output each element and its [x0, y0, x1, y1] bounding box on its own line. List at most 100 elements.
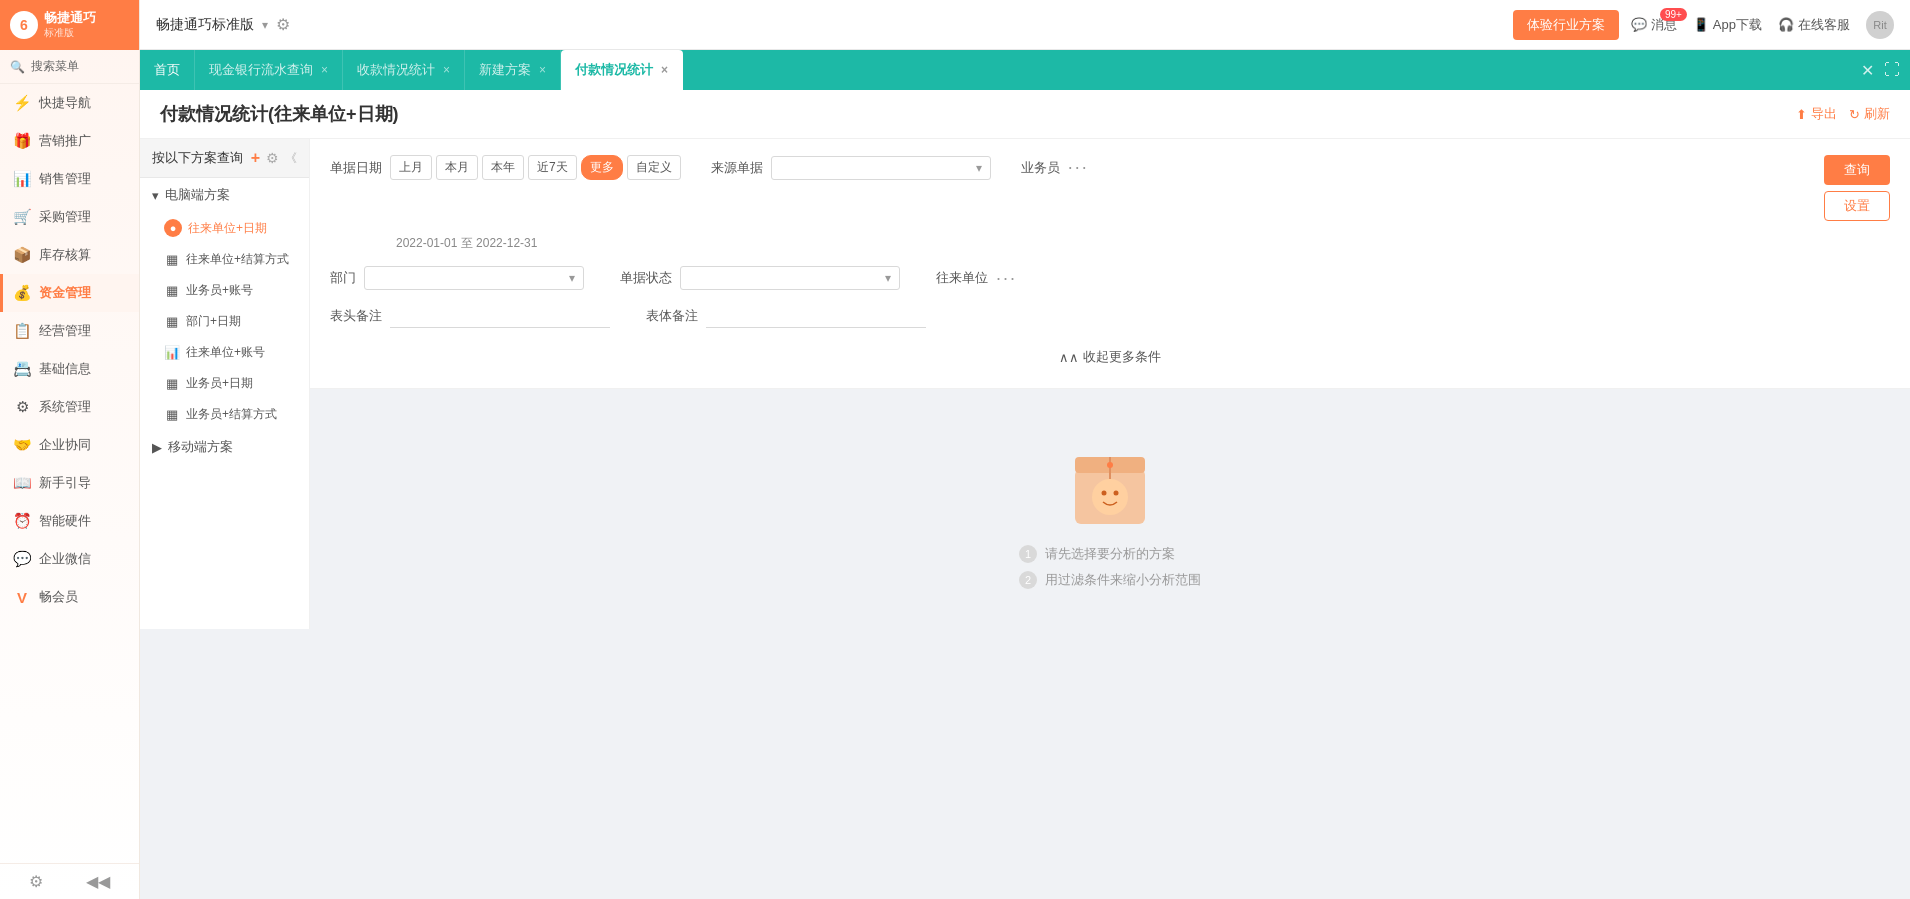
left-panel-group-mobile: ▶ 移动端方案	[140, 430, 309, 464]
sidebar-item-basic-info[interactable]: 📇 基础信息	[0, 350, 139, 388]
source-select[interactable]: ▾	[771, 156, 991, 180]
sidebar-item-tutorial[interactable]: 📖 新手引导	[0, 464, 139, 502]
header-note-input[interactable]	[390, 304, 610, 328]
sidebar-item-quick-nav[interactable]: ⚡ 快捷导航	[0, 84, 139, 122]
settings-btn[interactable]: 设置	[1824, 191, 1890, 221]
tabbar: 首页 现金银行流水查询 × 收款情况统计 × 新建方案 × 付款情况统计 × ✕…	[140, 50, 1910, 90]
topbar-gear-icon[interactable]: ⚙	[276, 15, 290, 34]
query-btn[interactable]: 查询	[1824, 155, 1890, 185]
receipt-status-select[interactable]: ▾	[680, 266, 900, 290]
app-download-btn[interactable]: 📱 App下载	[1693, 16, 1762, 34]
left-panel-item-unit-date[interactable]: ● 往来单位+日期	[140, 212, 309, 244]
unit-settle-icon: ▦	[164, 252, 180, 268]
tab-payment-stats-close[interactable]: ×	[661, 63, 668, 77]
empty-illustration	[1050, 429, 1170, 529]
receipt-status-arrow: ▾	[885, 271, 891, 285]
left-panel-settings-btn[interactable]: ⚙	[266, 150, 279, 166]
system-icon: ⚙	[13, 398, 31, 416]
sidebar-settings-btn[interactable]: ⚙	[29, 872, 43, 891]
left-panel-group-pc-title[interactable]: ▾ 电脑端方案	[140, 178, 309, 212]
sidebar-item-marketing[interactable]: 🎁 营销推广	[0, 122, 139, 160]
collapse-btn[interactable]: ∧∧ 收起更多条件	[1039, 342, 1181, 372]
app-icon: 📱	[1693, 17, 1709, 32]
left-panel-add-btn[interactable]: +	[251, 149, 260, 167]
sidebar-item-vip[interactable]: V 畅会员	[0, 578, 139, 616]
left-panel-item-unit-account[interactable]: 📊 往来单位+账号	[140, 337, 309, 368]
date-btn-7days[interactable]: 近7天	[528, 155, 577, 180]
smart-hw-icon: ⏰	[13, 512, 31, 530]
tab-new-plan[interactable]: 新建方案 ×	[465, 50, 561, 90]
user-avatar[interactable]: Rit	[1866, 11, 1894, 39]
tab-new-plan-close[interactable]: ×	[539, 63, 546, 77]
sidebar-item-enterprise[interactable]: 🤝 企业协同	[0, 426, 139, 464]
svg-point-7	[1107, 462, 1113, 468]
export-icon: ⬆	[1796, 107, 1807, 122]
sidebar-collapse-btn[interactable]: ◀◀	[86, 872, 110, 891]
trial-btn[interactable]: 体验行业方案	[1513, 10, 1619, 40]
collapse-icon: ∧∧	[1059, 350, 1079, 365]
tab-bank-flow-close[interactable]: ×	[321, 63, 328, 77]
dept-select[interactable]: ▾	[364, 266, 584, 290]
single-date-label: 单据日期	[330, 159, 382, 177]
purchase-icon: 🛒	[13, 208, 31, 226]
sidebar-item-system[interactable]: ⚙ 系统管理	[0, 388, 139, 426]
online-service-btn[interactable]: 🎧 在线客服	[1778, 16, 1850, 34]
marketing-icon: 🎁	[13, 132, 31, 150]
topbar: 畅捷通巧标准版 ▾ ⚙ 体验行业方案 💬 消息 99+ 📱 App下载 🎧 在线…	[140, 0, 1910, 50]
message-icon: 💬	[1631, 17, 1647, 32]
staff-date-icon: ▦	[164, 376, 180, 392]
tab-expand-icon[interactable]: ⛶	[1884, 61, 1900, 79]
logo-text: 畅捷通巧 标准版	[44, 10, 96, 40]
vip-icon: V	[13, 588, 31, 606]
sidebar-item-sales[interactable]: 📊 销售管理	[0, 160, 139, 198]
tab-receipt-stats-close[interactable]: ×	[443, 63, 450, 77]
topbar-dropdown-arrow[interactable]: ▾	[262, 18, 268, 32]
staff-select-dots[interactable]: ···	[1068, 157, 1089, 178]
sidebar-item-funds[interactable]: 💰 资金管理	[0, 274, 139, 312]
tab-home[interactable]: 首页	[140, 50, 195, 90]
tab-bank-flow[interactable]: 现金银行流水查询 ×	[195, 50, 343, 90]
tab-payment-stats[interactable]: 付款情况统计 ×	[561, 50, 683, 90]
dept-label: 部门	[330, 269, 356, 287]
body-note-input[interactable]	[706, 304, 926, 328]
sidebar-item-wechat[interactable]: 💬 企业微信	[0, 540, 139, 578]
left-panel-item-staff-date[interactable]: ▦ 业务员+日期	[140, 368, 309, 399]
sidebar-footer: ⚙ ◀◀	[0, 863, 139, 899]
page-header-actions: ⬆ 导出 ↻ 刷新	[1796, 105, 1890, 123]
wechat-icon: 💬	[13, 550, 31, 568]
sidebar-item-operations[interactable]: 📋 经营管理	[0, 312, 139, 350]
unit-account-icon: 📊	[164, 345, 180, 361]
svg-point-3	[1092, 479, 1128, 515]
left-panel-item-staff-settle[interactable]: ▦ 业务员+结算方式	[140, 399, 309, 430]
date-btn-this-year[interactable]: 本年	[482, 155, 524, 180]
date-btn-this-month[interactable]: 本月	[436, 155, 478, 180]
unit-date-icon: ●	[164, 219, 182, 237]
left-panel-item-unit-settle[interactable]: ▦ 往来单位+结算方式	[140, 244, 309, 275]
sidebar-item-purchase[interactable]: 🛒 采购管理	[0, 198, 139, 236]
sidebar-search[interactable]: 🔍 搜索菜单	[0, 50, 139, 84]
left-panel-group-mobile-title[interactable]: ▶ 移动端方案	[140, 430, 309, 464]
topbar-title: 畅捷通巧标准版	[156, 16, 254, 34]
date-btn-more[interactable]: 更多	[581, 155, 623, 180]
sidebar-item-smart-hw[interactable]: ⏰ 智能硬件	[0, 502, 139, 540]
sidebar-item-inventory[interactable]: 📦 库存核算	[0, 236, 139, 274]
refresh-btn[interactable]: ↻ 刷新	[1849, 105, 1890, 123]
header-note-label: 表头备注	[330, 307, 382, 325]
empty-text: 1 请先选择要分析的方案 2 用过滤条件来缩小分析范围	[1019, 545, 1201, 589]
messages-btn[interactable]: 💬 消息 99+	[1631, 16, 1677, 34]
partner-select-dots[interactable]: ···	[996, 268, 1017, 289]
tab-close-all-icon[interactable]: ✕	[1861, 61, 1874, 80]
tab-receipt-stats[interactable]: 收款情况统计 ×	[343, 50, 465, 90]
date-range-display: 2022-01-01 至 2022-12-31	[396, 236, 537, 250]
left-panel-collapse-btn[interactable]: 《	[285, 150, 297, 167]
date-btn-last-month[interactable]: 上月	[390, 155, 432, 180]
sidebar: 6 畅捷通巧 标准版 🔍 搜索菜单 ⚡ 快捷导航 🎁 营销推广 📊 销售管理 🛒…	[0, 0, 140, 899]
left-panel: 按以下方案查询 + ⚙ 《 ▾ 电脑端方案 ● 往来单位+日期	[140, 139, 310, 629]
source-select-arrow: ▾	[976, 161, 982, 175]
left-panel-item-dept-date[interactable]: ▦ 部门+日期	[140, 306, 309, 337]
export-btn[interactable]: ⬆ 导出	[1796, 105, 1837, 123]
staff-account-icon: ▦	[164, 283, 180, 299]
date-btn-custom[interactable]: 自定义	[627, 155, 681, 180]
left-panel-item-staff-account[interactable]: ▦ 业务员+账号	[140, 275, 309, 306]
filter-section: 单据日期 上月 本月 本年 近7天 更多 自定义	[310, 139, 1910, 389]
